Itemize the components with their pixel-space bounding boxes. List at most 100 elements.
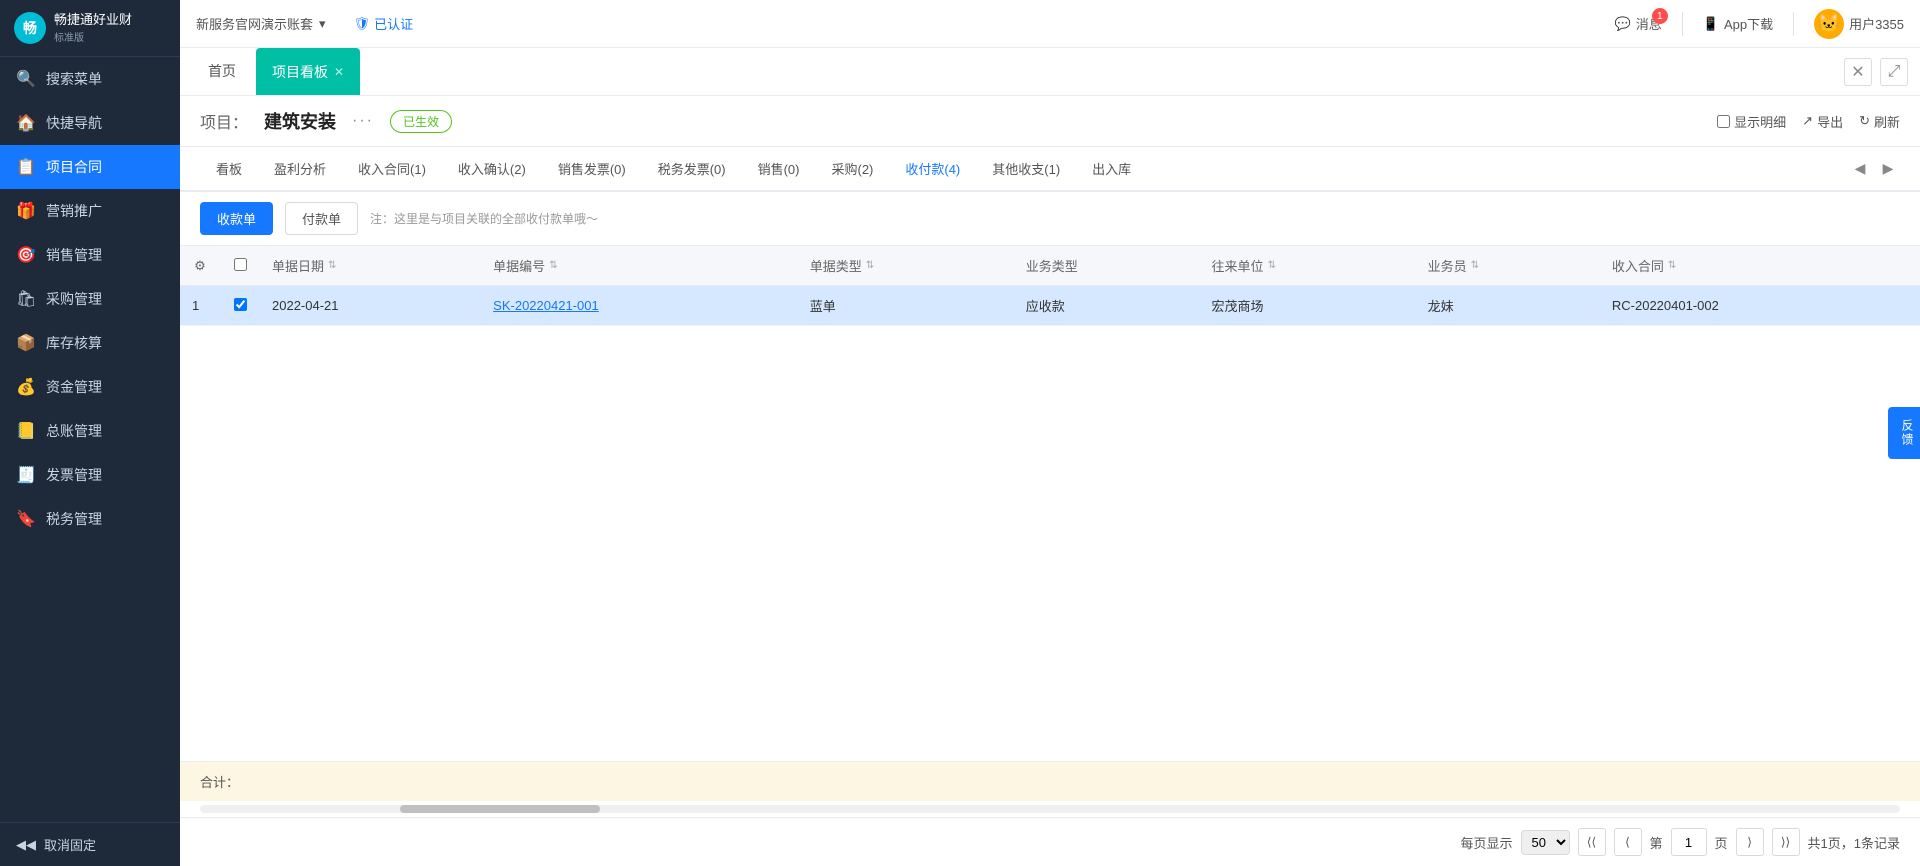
th-gear[interactable]: ⚙ <box>180 246 220 286</box>
message-icon: 💬 <box>1615 16 1631 32</box>
header-divider <box>1682 12 1683 36</box>
document-number-link[interactable]: SK-20220421-001 <box>493 298 599 313</box>
unpin-icon: ◀◀ <box>16 837 36 853</box>
expand-window-button[interactable]: ⤢ <box>1880 58 1908 86</box>
sort-type-icon[interactable]: ⇅ <box>866 260 874 271</box>
row-checkbox[interactable] <box>234 298 247 311</box>
avatar: 🐱 <box>1814 9 1844 39</box>
sidebar-item-marketing[interactable]: 🎁 营销推广 <box>0 189 180 233</box>
sidebar-item-label: 资金管理 <box>46 377 102 397</box>
cell-income-contract: RC-20220401-002 <box>1600 286 1920 326</box>
refresh-icon: ↻ <box>1859 113 1870 129</box>
export-button[interactable]: ↗ 导出 <box>1802 112 1843 131</box>
sidebar-item-label: 税务管理 <box>46 509 102 529</box>
sidebar-item-tax[interactable]: 🔖 税务管理 <box>0 497 180 541</box>
sidebar-item-label: 采购管理 <box>46 289 102 309</box>
sort-number-icon[interactable]: ⇅ <box>549 260 557 271</box>
tab-project-board[interactable]: 项目看板 ✕ <box>256 48 360 95</box>
sidebar-item-sales[interactable]: 🎯 销售管理 <box>0 233 180 277</box>
sales-icon: 🎯 <box>16 245 36 265</box>
cell-biz-type: 应收款 <box>1014 286 1200 326</box>
app-download-button[interactable]: 📱 App下载 <box>1703 14 1773 33</box>
feedback-button[interactable]: 反馈 <box>1888 407 1920 459</box>
sidebar-item-invoice[interactable]: 🧾 发票管理 <box>0 453 180 497</box>
th-checkbox[interactable] <box>220 246 260 286</box>
cell-partner: 宏茂商场 <box>1200 286 1416 326</box>
user-profile[interactable]: 🐱 用户3355 <box>1814 9 1904 39</box>
sidebar-item-label: 营销推广 <box>46 201 102 221</box>
sub-tab-kanban[interactable]: 看板 <box>200 147 258 192</box>
sub-tab-next[interactable]: ▶ <box>1876 157 1900 181</box>
cell-number[interactable]: SK-20220421-001 <box>481 286 798 326</box>
purchase-icon: 🛍 <box>16 289 36 309</box>
sidebar-item-inventory[interactable]: 📦 库存核算 <box>0 321 180 365</box>
message-button[interactable]: 💬 消息 1 <box>1615 14 1662 33</box>
sort-date-icon[interactable]: ⇅ <box>328 260 336 271</box>
tab-home[interactable]: 首页 <box>192 48 252 95</box>
sidebar-item-quick-nav[interactable]: 🏠 快捷导航 <box>0 101 180 145</box>
phone-icon: 📱 <box>1703 16 1719 32</box>
select-all-checkbox[interactable] <box>234 258 247 271</box>
sidebar-nav: 🔍 搜索菜单 🏠 快捷导航 📋 项目合同 🎁 营销推广 🎯 销售管理 🛍 采购管… <box>0 57 180 822</box>
sidebar-item-ledger[interactable]: 📒 总账管理 <box>0 409 180 453</box>
sub-tab-in-out[interactable]: 出入库 <box>1076 147 1147 192</box>
certified-badge: 🛡 已认证 <box>354 14 414 33</box>
scrollbar-track <box>200 805 1900 813</box>
app-download-label: App下载 <box>1724 14 1773 33</box>
sort-partner-icon[interactable]: ⇅ <box>1268 260 1276 271</box>
account-selector[interactable]: 新服务官网演示账套 ▾ <box>196 14 326 33</box>
cell-checkbox[interactable] <box>220 286 260 326</box>
show-detail-input[interactable] <box>1717 115 1730 128</box>
message-badge: 1 <box>1652 8 1668 24</box>
sort-salesperson-icon[interactable]: ⇅ <box>1471 260 1479 271</box>
sidebar-item-search[interactable]: 🔍 搜索菜单 <box>0 57 180 101</box>
th-number: 单据编号 ⇅ <box>481 246 798 286</box>
sort-contract-icon[interactable]: ⇅ <box>1668 260 1676 271</box>
sub-tab-profit[interactable]: 盈利分析 <box>258 147 342 192</box>
per-page-select[interactable]: 50 <box>1521 830 1570 855</box>
cell-salesperson: 龙妹 <box>1416 286 1600 326</box>
sidebar-item-purchase[interactable]: 🛍 采购管理 <box>0 277 180 321</box>
home-icon: 🏠 <box>16 113 36 133</box>
filter-shoukuan-button[interactable]: 收款单 <box>200 202 273 235</box>
sub-tab-sales[interactable]: 销售(0) <box>742 147 816 192</box>
page-unit: 页 <box>1715 833 1728 852</box>
sidebar-unpin-button[interactable]: ◀◀ 取消固定 <box>0 822 180 866</box>
sub-tab-other-expense[interactable]: 其他收支(1) <box>976 147 1076 192</box>
scrollbar-thumb[interactable] <box>400 805 600 813</box>
tab-close-icon[interactable]: ✕ <box>334 65 344 79</box>
filter-note: 注：这里是与项目关联的全部收付款单哦～ <box>370 210 598 227</box>
project-header: 项目： 建筑安装 ··· 已生效 显示明细 ↗ 导出 ↻ 刷新 <box>180 96 1920 147</box>
th-income-contract: 收入合同 ⇅ <box>1600 246 1920 286</box>
sub-tab-income-contract[interactable]: 收入合同(1) <box>342 147 442 192</box>
sub-tab-tax-invoice[interactable]: 税务发票(0) <box>642 147 742 192</box>
sub-tab-receivable[interactable]: 收付款(4) <box>889 147 976 192</box>
sub-tab-purchase[interactable]: 采购(2) <box>815 147 889 192</box>
sub-tab-prev[interactable]: ◀ <box>1848 157 1872 181</box>
show-detail-checkbox[interactable]: 显示明细 <box>1717 112 1786 131</box>
page-label: 第 <box>1650 833 1663 852</box>
sidebar-item-project-contract[interactable]: 📋 项目合同 <box>0 145 180 189</box>
main-area: 新服务官网演示账套 ▾ 🛡 已认证 💬 消息 1 📱 App下载 � <box>180 0 1920 866</box>
page-first-button[interactable]: ⟨⟨ <box>1578 828 1606 856</box>
invoice-icon: 🧾 <box>16 465 36 485</box>
gear-icon: ⚙ <box>194 258 206 273</box>
sidebar-item-fund[interactable]: 💰 资金管理 <box>0 365 180 409</box>
sub-tab-sales-invoice[interactable]: 销售发票(0) <box>542 147 642 192</box>
top-header: 新服务官网演示账套 ▾ 🛡 已认证 💬 消息 1 📱 App下载 � <box>180 0 1920 48</box>
table-total: 合计： <box>180 761 1920 801</box>
page-next-button[interactable]: ⟩ <box>1736 828 1764 856</box>
tab-bar: 首页 项目看板 ✕ ✕ ⤢ <box>180 48 1920 96</box>
refresh-button[interactable]: ↻ 刷新 <box>1859 112 1900 131</box>
page-number-input[interactable] <box>1671 828 1707 856</box>
sub-tab-income-confirm[interactable]: 收入确认(2) <box>442 147 542 192</box>
filter-fukuan-button[interactable]: 付款单 <box>285 202 358 235</box>
tab-home-label: 首页 <box>208 61 236 81</box>
export-icon: ↗ <box>1802 113 1813 129</box>
total-pages-label: 共1页，1条记录 <box>1808 833 1900 852</box>
page-prev-button[interactable]: ⟨ <box>1614 828 1642 856</box>
page-last-button[interactable]: ⟩⟩ <box>1772 828 1800 856</box>
close-window-button[interactable]: ✕ <box>1844 58 1872 86</box>
th-salesperson: 业务员 ⇅ <box>1416 246 1600 286</box>
more-button[interactable]: ··· <box>352 112 374 130</box>
